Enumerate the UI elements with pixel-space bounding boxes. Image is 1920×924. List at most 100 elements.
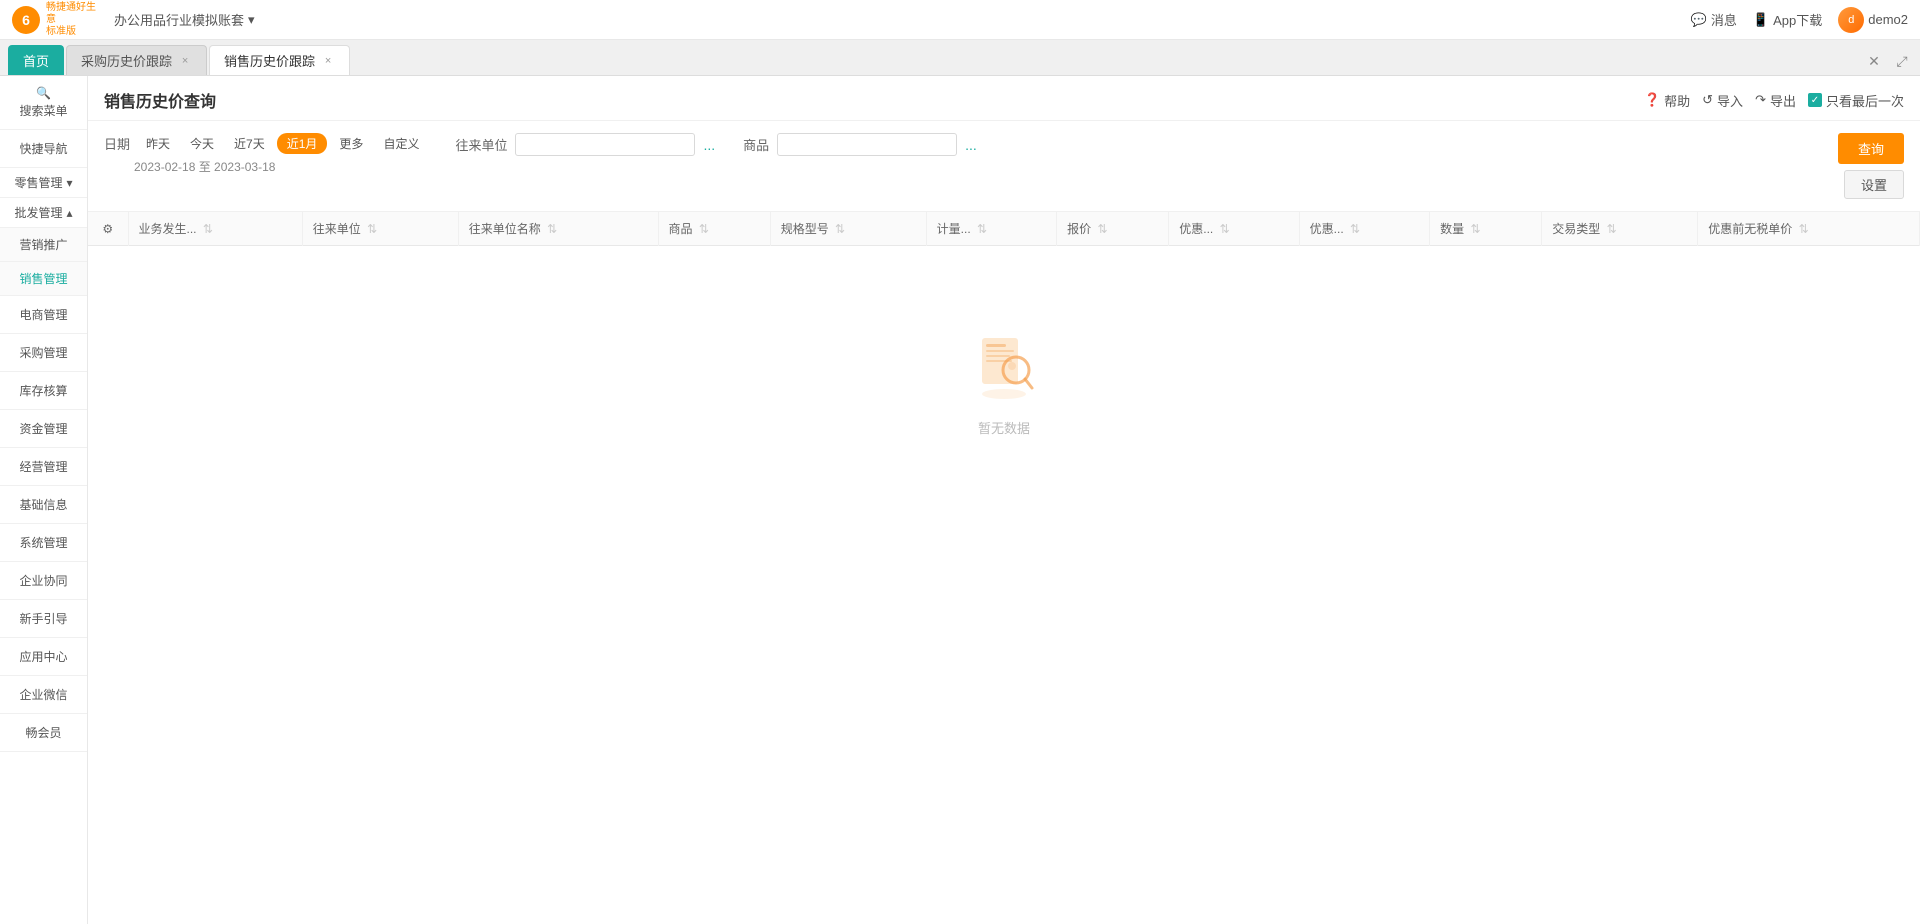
sort-icon-goods: ⇅ <box>699 222 709 236</box>
sort-icon-pretax-price: ⇅ <box>1799 222 1809 236</box>
sidebar-item-operations[interactable]: 经营管理 <box>0 448 87 486</box>
sidebar-item-enterprise-collab[interactable]: 企业协同 <box>0 562 87 600</box>
date-custom[interactable]: 自定义 <box>375 133 427 154</box>
col-spec-label: 规格型号 <box>781 222 829 236</box>
date-more[interactable]: 更多 <box>331 133 371 154</box>
col-discount1-label: 优惠... <box>1179 222 1213 236</box>
col-partner-name-label: 往来单位名称 <box>469 222 541 236</box>
sidebar-item-shortcut[interactable]: 快捷导航 <box>0 130 87 168</box>
tab-maximize-button[interactable]: ⤢ <box>1892 51 1912 71</box>
goods-dots-button[interactable]: ... <box>965 137 977 153</box>
col-partner-code[interactable]: 往来单位 ⇅ <box>302 212 458 246</box>
sidebar-item-search[interactable]: 🔍 搜索菜单 <box>0 76 87 130</box>
partner-filter-label: 往来单位 <box>455 135 507 154</box>
tab-bar-right: ✕ ⤢ <box>1864 51 1912 75</box>
sidebar-item-vip[interactable]: 畅会员 <box>0 714 87 752</box>
col-goods[interactable]: 商品 ⇅ <box>658 212 770 246</box>
sidebar-item-newbie[interactable]: 新手引导 <box>0 600 87 638</box>
date-7days[interactable]: 近7天 <box>226 133 273 154</box>
col-discount1[interactable]: 优惠... ⇅ <box>1169 212 1299 246</box>
sidebar-item-sales[interactable]: 销售管理 <box>0 262 87 296</box>
sidebar-item-basic-label: 基础信息 <box>19 496 67 513</box>
col-biz-date-label: 业务发生... <box>139 222 197 236</box>
col-partner-name[interactable]: 往来单位名称 ⇅ <box>458 212 658 246</box>
col-trade-type-label: 交易类型 <box>1552 222 1600 236</box>
tab-sales-history-close[interactable]: × <box>321 54 335 68</box>
sidebar-item-purchase[interactable]: 采购管理 <box>0 334 87 372</box>
col-spec[interactable]: 规格型号 ⇅ <box>770 212 926 246</box>
help-button[interactable]: ❓ 帮助 <box>1644 91 1690 110</box>
sidebar-item-finance-label: 资金管理 <box>19 420 67 437</box>
workspace-selector[interactable]: 办公用品行业模拟账套 ▾ <box>108 8 261 31</box>
sidebar-item-shortcut-label: 快捷导航 <box>19 140 67 157</box>
workspace-name: 办公用品行业模拟账套 <box>114 10 244 29</box>
col-quantity-label: 数量 <box>1440 222 1464 236</box>
sort-icon-biz-date: ⇅ <box>203 222 213 236</box>
col-quantity[interactable]: 数量 ⇅ <box>1430 212 1542 246</box>
sidebar-item-ecommerce[interactable]: 电商管理 <box>0 296 87 334</box>
sidebar-item-basic[interactable]: 基础信息 <box>0 486 87 524</box>
empty-illustration <box>964 326 1044 406</box>
goods-input[interactable] <box>777 133 957 156</box>
app-logo: 6 <box>12 6 40 34</box>
sidebar-item-enterprise-wechat-label: 企业微信 <box>19 686 67 703</box>
export-button[interactable]: ↷ 导出 <box>1755 91 1796 110</box>
sidebar-item-newbie-label: 新手引导 <box>19 610 67 627</box>
sidebar-item-system[interactable]: 系统管理 <box>0 524 87 562</box>
sort-icon-discount1: ⇅ <box>1220 222 1230 236</box>
content-area: 销售历史价查询 ❓ 帮助 ↺ 导入 ↷ 导出 ✓ <box>88 76 1920 924</box>
sidebar: 🔍 搜索菜单 快捷导航 零售管理 ▾ 批发管理 ▴ 营销推广 销售管理 电商管理… <box>0 76 88 924</box>
sidebar-item-wholesale[interactable]: 批发管理 ▴ <box>0 198 87 228</box>
date-yesterday[interactable]: 昨天 <box>138 133 178 154</box>
col-biz-date[interactable]: 业务发生... ⇅ <box>128 212 302 246</box>
sort-icon-quote: ⇅ <box>1097 222 1107 236</box>
sort-icon-partner-code: ⇅ <box>367 222 377 236</box>
sidebar-item-marketing[interactable]: 营销推广 <box>0 228 87 262</box>
only-last-checkbox[interactable]: ✓ 只看最后一次 <box>1808 91 1904 110</box>
col-pretax-price[interactable]: 优惠前无税单价 ⇅ <box>1698 212 1920 246</box>
tab-purchase-history-close[interactable]: × <box>178 54 192 68</box>
download-button[interactable]: 📱 App下载 <box>1753 10 1822 29</box>
page-title: 销售历史价查询 <box>104 88 216 112</box>
date-1month[interactable]: 近1月 <box>277 133 328 154</box>
sidebar-item-sales-label: 销售管理 <box>19 272 67 286</box>
col-unit[interactable]: 计量... ⇅ <box>926 212 1056 246</box>
col-quote-label: 报价 <box>1067 222 1091 236</box>
user-avatar: d <box>1838 7 1864 33</box>
tab-close-all-button[interactable]: ✕ <box>1864 51 1884 71</box>
col-trade-type[interactable]: 交易类型 ⇅ <box>1542 212 1698 246</box>
col-gear[interactable]: ⚙ <box>88 212 128 246</box>
tab-home[interactable]: 首页 <box>8 45 64 75</box>
tab-sales-history[interactable]: 销售历史价跟踪 × <box>209 45 350 75</box>
filter-bar: 日期 昨天 今天 近7天 近1月 更多 自定义 2023-02-18 至 202… <box>88 121 1920 212</box>
tab-purchase-history[interactable]: 采购历史价跟踪 × <box>66 45 207 75</box>
sidebar-item-purchase-label: 采购管理 <box>19 344 67 361</box>
sidebar-item-finance[interactable]: 资金管理 <box>0 410 87 448</box>
user-menu[interactable]: d demo2 <box>1838 7 1908 33</box>
export-icon: ↷ <box>1755 92 1766 108</box>
sidebar-item-inventory[interactable]: 库存核算 <box>0 372 87 410</box>
top-bar: 6 畅捷通好生意 标准版 办公用品行业模拟账套 ▾ 💬 消息 📱 App下载 d… <box>0 0 1920 40</box>
col-unit-label: 计量... <box>937 222 971 236</box>
search-icon: 🔍 <box>36 86 51 100</box>
col-pretax-price-label: 优惠前无税单价 <box>1708 222 1792 236</box>
message-icon: 💬 <box>1691 12 1707 28</box>
sidebar-item-retail[interactable]: 零售管理 ▾ <box>0 168 87 198</box>
sort-icon-partner-name: ⇅ <box>547 222 557 236</box>
partner-input[interactable] <box>515 133 695 156</box>
date-today[interactable]: 今天 <box>182 133 222 154</box>
query-button[interactable]: 查询 <box>1838 133 1904 164</box>
message-button[interactable]: 💬 消息 <box>1691 10 1737 29</box>
col-quote[interactable]: 报价 ⇅ <box>1057 212 1169 246</box>
sort-icon-discount2: ⇅ <box>1350 222 1360 236</box>
sidebar-item-enterprise-wechat[interactable]: 企业微信 <box>0 676 87 714</box>
import-button[interactable]: ↺ 导入 <box>1702 91 1743 110</box>
sidebar-item-app-center[interactable]: 应用中心 <box>0 638 87 676</box>
partner-dots-button[interactable]: ... <box>703 137 715 153</box>
sidebar-item-wholesale-label: 批发管理 <box>14 204 62 221</box>
col-discount2[interactable]: 优惠... ⇅ <box>1299 212 1429 246</box>
settings-button[interactable]: 设置 <box>1844 170 1904 199</box>
top-bar-left: 6 畅捷通好生意 标准版 办公用品行业模拟账套 ▾ <box>12 2 261 38</box>
page-actions: ❓ 帮助 ↺ 导入 ↷ 导出 ✓ 只看最后一次 <box>1644 91 1904 110</box>
download-icon: 📱 <box>1753 12 1769 28</box>
